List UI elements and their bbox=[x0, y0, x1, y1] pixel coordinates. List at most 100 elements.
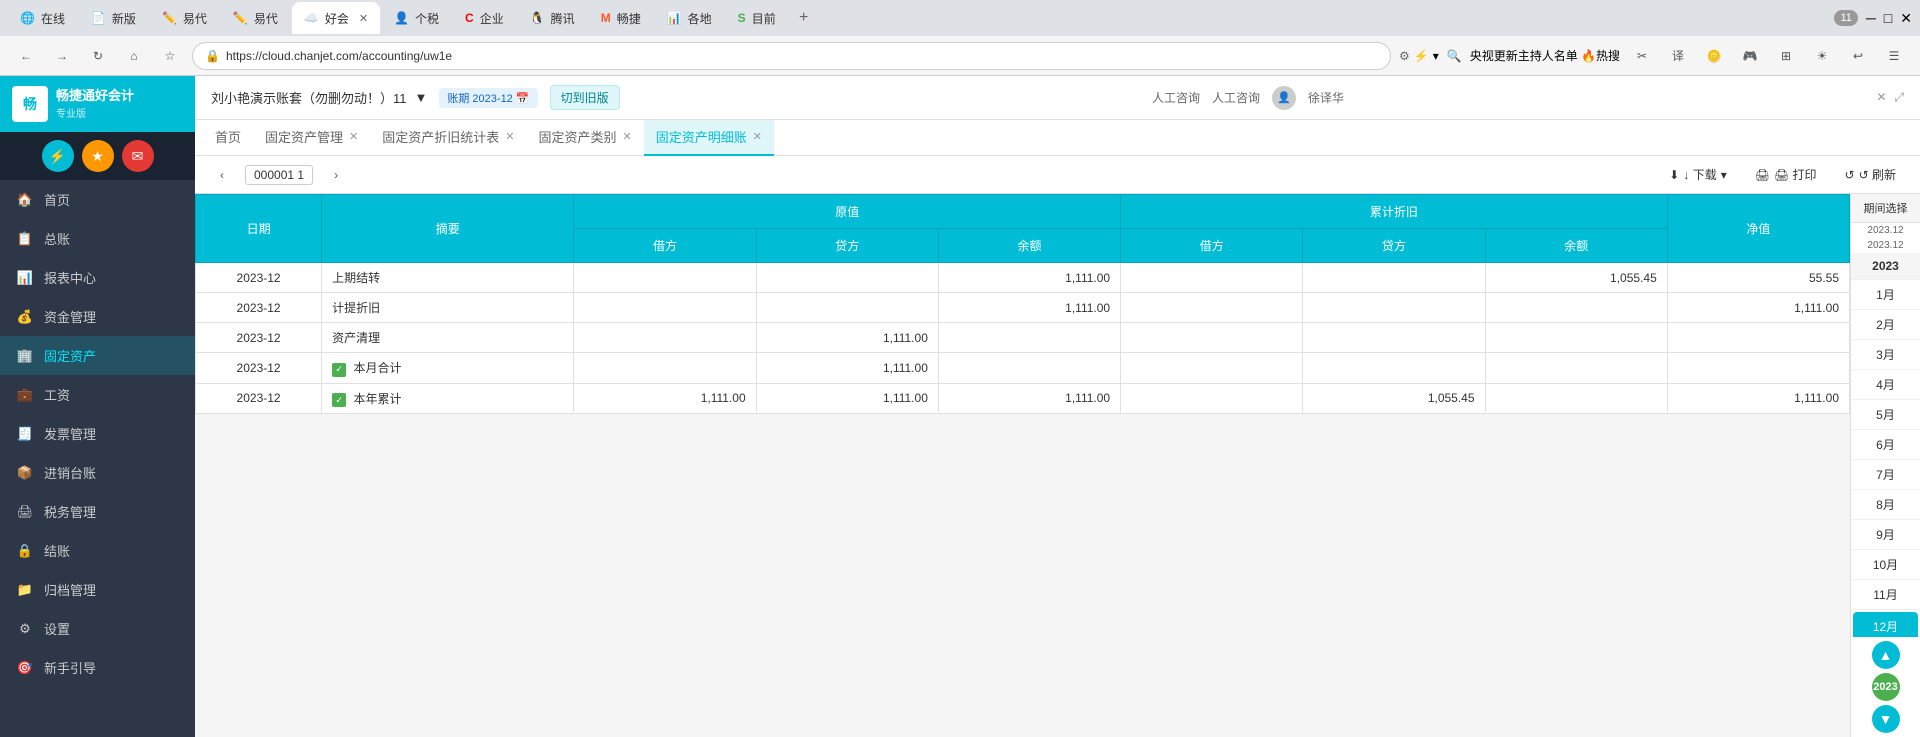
sidebar-item-archive[interactable]: 📁 归档管理 bbox=[0, 570, 195, 609]
page-tab-home[interactable]: 首页 bbox=[203, 120, 253, 156]
tab-asset-cat-close[interactable]: ✕ bbox=[623, 130, 632, 143]
period-month-6[interactable]: 6月 bbox=[1851, 430, 1920, 460]
new-tab-button[interactable]: + bbox=[790, 4, 818, 32]
cell-acc-balance-1 bbox=[1485, 293, 1667, 323]
tab-asset-cat-label: 固定资产类别 bbox=[538, 127, 616, 146]
sidebar-special-btn-1[interactable]: ⚡ bbox=[42, 140, 74, 172]
sidebar-special-btn-3[interactable]: ✉ bbox=[122, 140, 154, 172]
sidebar-item-tax[interactable]: 🖨 税务管理 bbox=[0, 492, 195, 531]
home-button[interactable]: ⌂ bbox=[120, 42, 148, 70]
period-year-2023: 2023 bbox=[1851, 253, 1920, 280]
sidebar-item-guide[interactable]: 🎯 新手引导 bbox=[0, 648, 195, 687]
cell-acc-debit-3 bbox=[1121, 353, 1303, 384]
undo-icon[interactable]: ↩ bbox=[1844, 42, 1872, 70]
refresh-button[interactable]: ↺ ↺ 刷新 bbox=[1837, 162, 1904, 187]
sidebar-item-close[interactable]: 🔒 结账 bbox=[0, 531, 195, 570]
coin-icon[interactable]: 🪙 bbox=[1700, 42, 1728, 70]
scroll-down-button[interactable]: ▼ bbox=[1872, 705, 1900, 733]
refresh-button[interactable]: ↻ bbox=[84, 42, 112, 70]
period-month-8[interactable]: 8月 bbox=[1851, 490, 1920, 520]
sidebar-special-btn-2[interactable]: ★ bbox=[82, 140, 114, 172]
prev-page-button[interactable]: ‹ bbox=[211, 164, 233, 186]
print-button[interactable]: 🖨 🖨 打印 bbox=[1747, 162, 1825, 187]
period-month-7[interactable]: 7月 bbox=[1851, 460, 1920, 490]
sidebar-item-fixed-assets[interactable]: 🏢 固定资产 bbox=[0, 336, 195, 375]
period-month-10[interactable]: 10月 bbox=[1851, 550, 1920, 580]
menu-icon[interactable]: ☰ bbox=[1880, 42, 1908, 70]
sidebar-item-reports[interactable]: 📊 报表中心 bbox=[0, 258, 195, 297]
period-sidebar: 期间选择 2023.12 2023.12 2023 1月 2月 3月 4月 5月… bbox=[1850, 194, 1920, 737]
browser-tab-3[interactable]: ✏️ 易代 bbox=[221, 2, 290, 34]
sidebar-item-payroll[interactable]: 💼 工资 bbox=[0, 375, 195, 414]
sidebar-item-home[interactable]: 🏠 首页 bbox=[0, 180, 195, 219]
sidebar-item-funds[interactable]: 💰 资金管理 bbox=[0, 297, 195, 336]
scroll-up-button[interactable]: ▲ bbox=[1872, 641, 1900, 669]
forward-button[interactable]: → bbox=[48, 42, 76, 70]
switch-version-button[interactable]: 切到旧版 bbox=[550, 85, 620, 110]
sun-icon[interactable]: ☀ bbox=[1808, 42, 1836, 70]
window-close-icon[interactable]: ✕ bbox=[1876, 90, 1886, 105]
period-month-5[interactable]: 5月 bbox=[1851, 400, 1920, 430]
browser-tab-0[interactable]: 🌐 在线 bbox=[8, 2, 77, 34]
period-month-12[interactable]: 12月 bbox=[1853, 612, 1918, 637]
url-input[interactable]: 🔒 https://cloud.chanjet.com/accounting/u… bbox=[192, 42, 1391, 70]
tab-label-3: 易代 bbox=[254, 10, 278, 27]
period-month-9[interactable]: 9月 bbox=[1851, 520, 1920, 550]
period-month-4[interactable]: 4月 bbox=[1851, 370, 1920, 400]
browser-tab-5[interactable]: 👤 个税 bbox=[382, 2, 451, 34]
tab-label-0: 在线 bbox=[41, 10, 65, 27]
tab-close-4[interactable]: ✕ bbox=[359, 12, 368, 25]
browser-tab-1[interactable]: 📄 新版 bbox=[79, 2, 148, 34]
page-tab-depreciation-stats[interactable]: 固定资产折旧统计表 ✕ bbox=[370, 120, 526, 156]
browser-tab-8[interactable]: M 畅捷 bbox=[589, 2, 653, 34]
browser-tab-4[interactable]: ☁️ 好会 ✕ bbox=[292, 2, 380, 34]
sidebar-item-invoice[interactable]: 🧾 发票管理 bbox=[0, 414, 195, 453]
game-icon[interactable]: 🎮 bbox=[1736, 42, 1764, 70]
sidebar-item-general-ledger[interactable]: 📋 总账 bbox=[0, 219, 195, 258]
translate-icon[interactable]: 译 bbox=[1664, 42, 1692, 70]
bookmark-button[interactable]: ☆ bbox=[156, 42, 184, 70]
year-2023-badge[interactable]: 2023 bbox=[1872, 673, 1900, 701]
page-tab-asset-management[interactable]: 固定资产管理 ✕ bbox=[253, 120, 370, 156]
period-month-3[interactable]: 3月 bbox=[1851, 340, 1920, 370]
period-month-11[interactable]: 11月 bbox=[1851, 580, 1920, 610]
help-text[interactable]: 人工咨询 bbox=[1212, 89, 1260, 106]
browser-tab-7[interactable]: 🐧 腾讯 bbox=[518, 2, 587, 34]
close-window-icon[interactable]: ✕ bbox=[1900, 10, 1912, 27]
back-button[interactable]: ← bbox=[12, 42, 40, 70]
tab-icon-8: M bbox=[601, 11, 611, 25]
user-label[interactable]: 徐译华 bbox=[1308, 89, 1344, 106]
cell-date-3: 2023-12 bbox=[196, 353, 322, 384]
page-tab-asset-category[interactable]: 固定资产类别 ✕ bbox=[526, 120, 643, 156]
next-page-button[interactable]: › bbox=[325, 164, 347, 186]
period-month-2[interactable]: 2月 bbox=[1851, 310, 1920, 340]
ledger-icon: 📋 bbox=[16, 230, 34, 248]
search-bar[interactable]: 🔍 央视更新主持人名单 🔥热搜 bbox=[1447, 47, 1620, 64]
browser-tab-6[interactable]: C 企业 bbox=[453, 2, 516, 34]
download-button[interactable]: ⬇ ↓ 下载 ▾ bbox=[1661, 162, 1734, 187]
help-label[interactable]: 人工咨询 bbox=[1152, 89, 1200, 106]
period-month-1[interactable]: 1月 bbox=[1851, 280, 1920, 310]
tab-label-10: 目前 bbox=[752, 10, 776, 27]
browser-tab-2[interactable]: ✏️ 易代 bbox=[150, 2, 219, 34]
cell-summary-3: ✓ 本月合计 bbox=[322, 353, 574, 384]
page-tab-asset-detail[interactable]: 固定资产明细账 ✕ bbox=[644, 120, 774, 156]
window-maximize-icon[interactable]: ⤢ bbox=[1894, 90, 1904, 105]
tab-asset-detail-close[interactable]: ✕ bbox=[753, 130, 762, 143]
tab-icon-2: ✏️ bbox=[162, 11, 177, 25]
tab-dep-stats-close[interactable]: ✕ bbox=[505, 130, 514, 143]
download-dropdown-icon[interactable]: ▾ bbox=[1721, 168, 1727, 182]
sidebar-item-settings[interactable]: ⚙ 设置 bbox=[0, 609, 195, 648]
page-number[interactable]: 000001 1 bbox=[245, 165, 313, 185]
browser-tab-9[interactable]: 📊 各地 bbox=[655, 2, 724, 34]
grid-icon[interactable]: ⊞ bbox=[1772, 42, 1800, 70]
cell-orig-debit-1 bbox=[574, 293, 756, 323]
dropdown-icon[interactable]: ▾ bbox=[1433, 49, 1439, 63]
tab-asset-mgmt-close[interactable]: ✕ bbox=[349, 130, 358, 143]
scissors-icon[interactable]: ✂ bbox=[1628, 42, 1656, 70]
minimize-icon[interactable]: ─ bbox=[1866, 10, 1876, 26]
sidebar-item-purchase-sales[interactable]: 📦 进销台账 bbox=[0, 453, 195, 492]
browser-tab-10[interactable]: S 目前 bbox=[726, 2, 788, 34]
maximize-icon[interactable]: □ bbox=[1884, 10, 1892, 26]
company-selector[interactable]: 刘小艳演示账套（勿删勿动！）11 ▼ bbox=[211, 88, 427, 107]
